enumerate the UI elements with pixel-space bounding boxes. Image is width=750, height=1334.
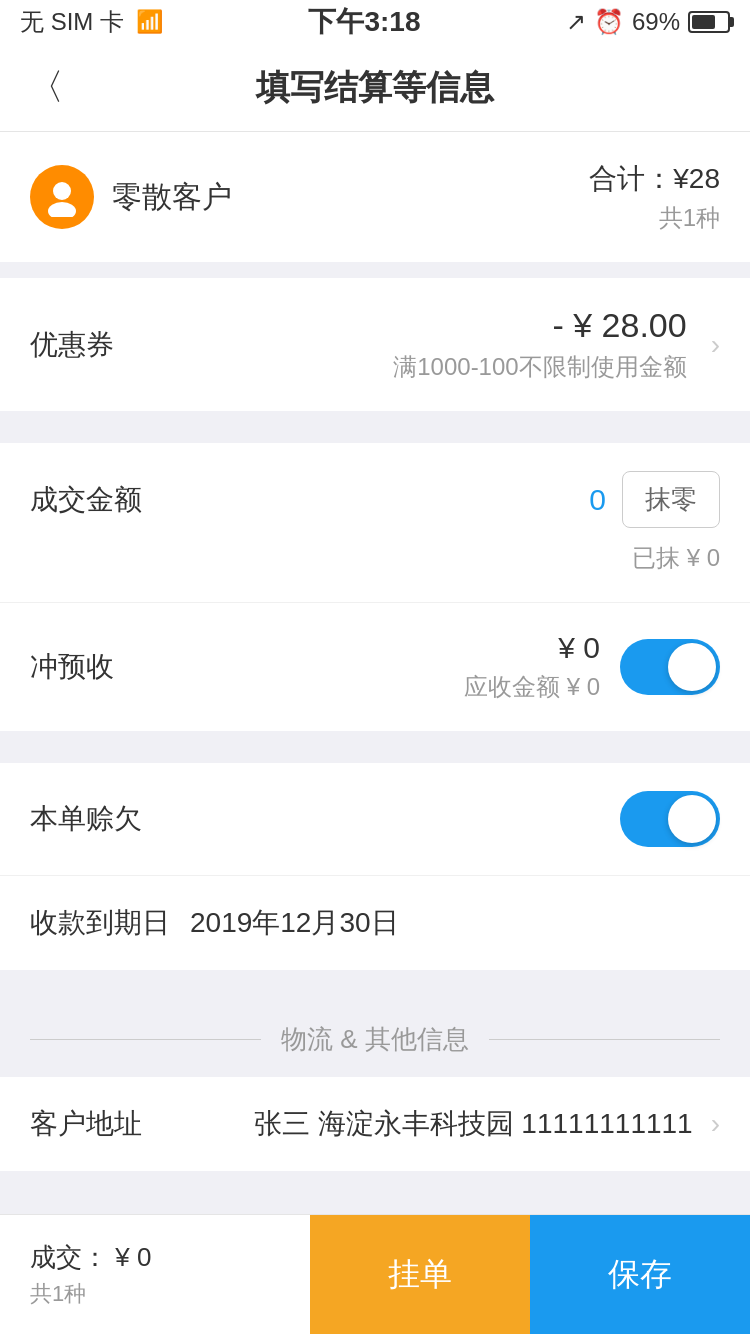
transaction-top: 成交金额 0 抹零 — [30, 471, 720, 528]
wifi-icon: 📶 — [136, 9, 163, 35]
status-right: ↗ ⏰ 69% — [566, 8, 730, 36]
coupon-label: 优惠券 — [30, 326, 150, 364]
battery-label: 69% — [632, 8, 680, 36]
save-button[interactable]: 保存 — [530, 1215, 750, 1335]
debt-label: 本单赊欠 — [30, 800, 150, 838]
prepay-amounts: ¥ 0 应收金额 ¥ 0 — [464, 631, 600, 703]
bottom-count: 共1种 — [30, 1279, 280, 1309]
logistics-line-left — [30, 1039, 261, 1040]
customer-name: 零散客户 — [112, 177, 232, 218]
prepay-toggle-knob — [668, 643, 716, 691]
svg-point-0 — [53, 182, 71, 200]
transaction-value: 0 — [589, 483, 606, 517]
customer-card: 零散客户 合计：¥28 共1种 — [0, 132, 750, 262]
due-date-label: 收款到期日 — [30, 904, 170, 942]
prepay-amount: ¥ 0 — [464, 631, 600, 665]
status-bar: 无 SIM 卡 📶 下午3:18 ↗ ⏰ 69% — [0, 0, 750, 44]
customer-left: 零散客户 — [30, 165, 232, 229]
address-value: 张三 海淀永丰科技园 11111111111 — [150, 1105, 693, 1143]
coupon-value-col: - ¥ 28.00 满1000-100不限制使用金额 — [393, 306, 686, 383]
logistics-line-right — [489, 1039, 720, 1040]
customer-right: 合计：¥28 共1种 — [589, 160, 720, 234]
pending-button[interactable]: 挂单 — [310, 1215, 530, 1335]
deducted-label: 已抹 ¥ 0 — [632, 542, 720, 574]
logistics-header: 物流 & 其他信息 — [0, 1002, 750, 1077]
total-count: 共1种 — [589, 202, 720, 234]
deal-label: 成交： — [30, 1242, 108, 1272]
transaction-card: 成交金额 0 抹零 已抹 ¥ 0 冲预收 ¥ 0 应收金额 ¥ 0 — [0, 443, 750, 731]
prepay-value-col: ¥ 0 应收金额 ¥ 0 — [464, 631, 720, 703]
bottom-bar: 成交： ¥ 0 共1种 挂单 保存 — [0, 1214, 750, 1334]
transaction-amount-row: 成交金额 0 抹零 已抹 ¥ 0 — [0, 443, 750, 602]
coupon-card[interactable]: 优惠券 - ¥ 28.00 满1000-100不限制使用金额 › — [0, 278, 750, 411]
debt-toggle-knob — [668, 795, 716, 843]
battery-icon — [688, 11, 730, 33]
battery-fill — [692, 15, 715, 29]
location-icon: ↗ — [566, 8, 586, 36]
transaction-bottom: 已抹 ¥ 0 — [30, 536, 720, 574]
section-separator-2 — [0, 747, 750, 763]
customer-avatar — [30, 165, 94, 229]
back-button[interactable]: 〈 — [28, 63, 64, 112]
coupon-row[interactable]: 优惠券 - ¥ 28.00 满1000-100不限制使用金额 › — [0, 278, 750, 411]
section-separator-1 — [0, 427, 750, 443]
bottom-info: 成交： ¥ 0 共1种 — [0, 1240, 310, 1309]
round-off-button[interactable]: 抹零 — [622, 471, 720, 528]
total-amount: 合计：¥28 — [589, 160, 720, 198]
address-row[interactable]: 客户地址 张三 海淀永丰科技园 11111111111 › — [0, 1077, 750, 1171]
logistics-title: 物流 & 其他信息 — [281, 1022, 469, 1057]
prepay-label: 冲预收 — [30, 648, 150, 686]
alarm-icon: ⏰ — [594, 8, 624, 36]
logistics-card: 物流 & 其他信息 客户地址 张三 海淀永丰科技园 11111111111 › — [0, 1002, 750, 1171]
customer-row: 零散客户 合计：¥28 共1种 — [0, 132, 750, 262]
nav-bar: 〈 填写结算等信息 — [0, 44, 750, 132]
address-chevron: › — [711, 1108, 720, 1140]
coupon-discount: - ¥ 28.00 — [393, 306, 686, 345]
address-label: 客户地址 — [30, 1105, 150, 1143]
debt-section: 本单赊欠 收款到期日 2019年12月30日 — [0, 763, 750, 970]
debt-row: 本单赊欠 — [0, 763, 750, 875]
due-date-row: 收款到期日 2019年12月30日 — [0, 875, 750, 970]
svg-point-1 — [48, 202, 76, 217]
debt-toggle[interactable] — [620, 791, 720, 847]
deal-amount: ¥ 0 — [115, 1242, 151, 1272]
transaction-right: 0 抹零 — [589, 471, 720, 528]
status-left: 无 SIM 卡 📶 — [20, 6, 163, 38]
coupon-chevron: › — [711, 329, 720, 361]
page-title: 填写结算等信息 — [256, 65, 494, 111]
prepay-row: 冲预收 ¥ 0 应收金额 ¥ 0 — [0, 602, 750, 731]
due-date-value: 2019年12月30日 — [190, 904, 399, 942]
prepay-receivable: 应收金额 ¥ 0 — [464, 671, 600, 703]
coupon-desc: 满1000-100不限制使用金额 — [393, 351, 686, 383]
status-time: 下午3:18 — [308, 3, 420, 41]
content-area: 零散客户 合计：¥28 共1种 优惠券 - ¥ 28.00 满1000-100不… — [0, 132, 750, 1334]
bottom-deal-amount: 成交： ¥ 0 — [30, 1240, 280, 1275]
transaction-label: 成交金额 — [30, 481, 150, 519]
carrier-label: 无 SIM 卡 — [20, 6, 124, 38]
avatar-icon — [42, 177, 82, 217]
section-separator-3 — [0, 986, 750, 1002]
prepay-toggle[interactable] — [620, 639, 720, 695]
coupon-right: - ¥ 28.00 满1000-100不限制使用金额 › — [393, 306, 720, 383]
